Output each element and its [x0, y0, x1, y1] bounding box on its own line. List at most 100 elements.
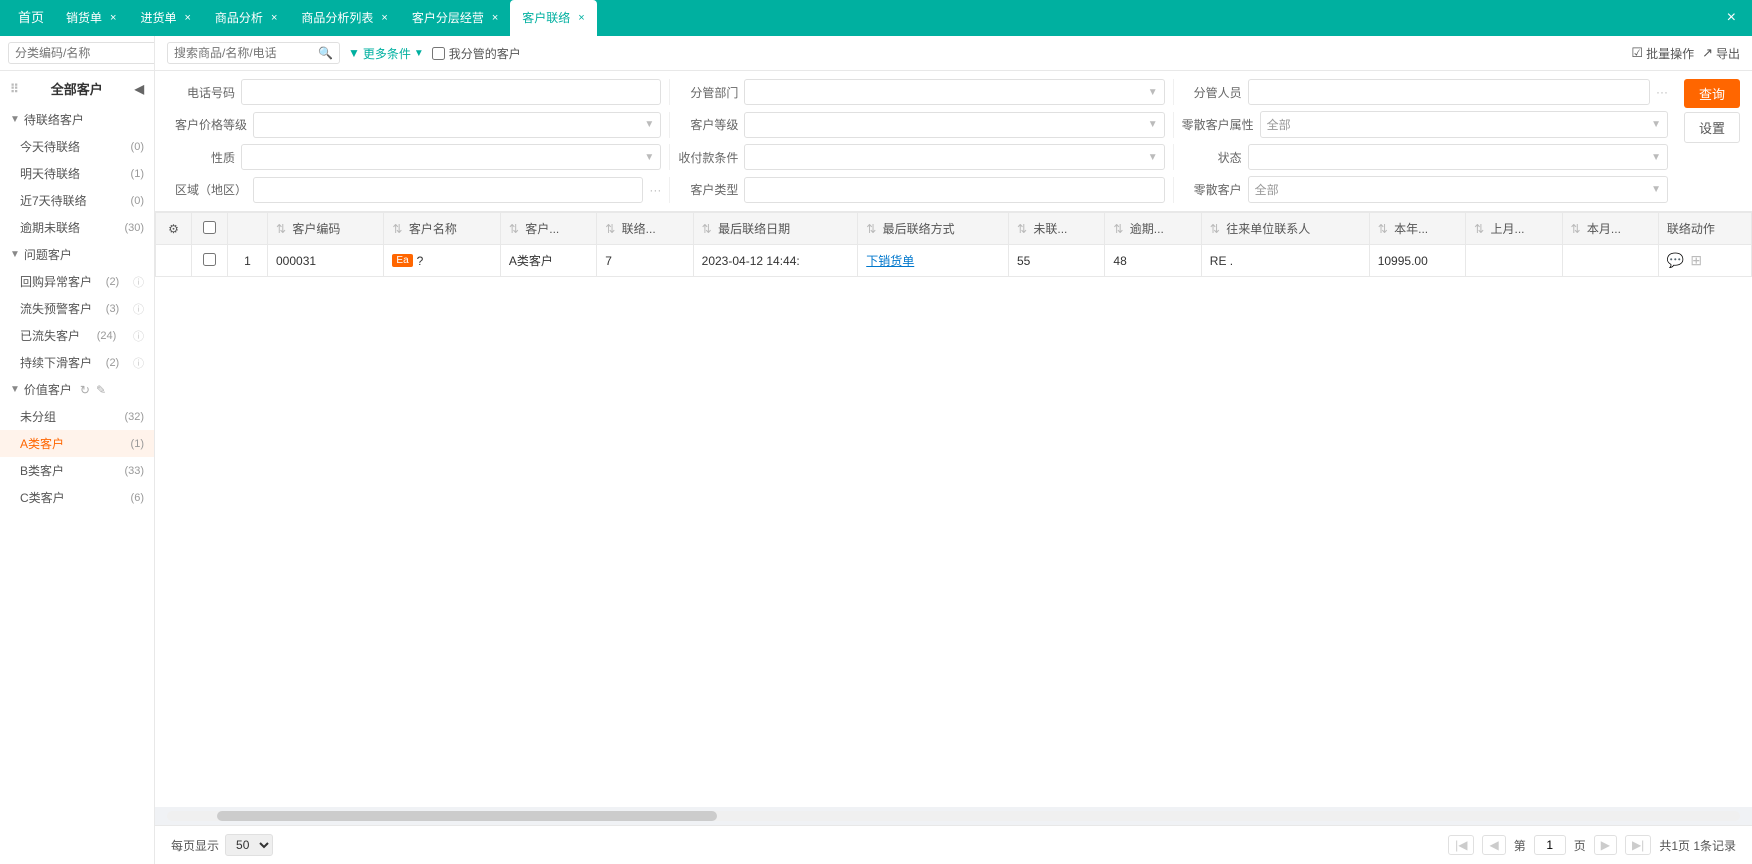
price-grade-select[interactable]: ▼ [253, 112, 661, 138]
dept-arrow: ▼ [1148, 87, 1158, 98]
sidebar-item-repurchase-abnormal[interactable]: 回购异常客户 (2) ⓘ [0, 268, 154, 295]
filter-icon: ▼ [348, 46, 360, 60]
more-conditions-button[interactable]: ▼ 更多条件 ▼ [348, 45, 424, 62]
sort-date[interactable]: ⇅ [702, 222, 712, 236]
select-all-checkbox[interactable] [203, 221, 216, 234]
tab-sales-order[interactable]: 销货单 × [54, 0, 128, 36]
sidebar-item-churned[interactable]: 已流失客户 (24) ⓘ [0, 322, 154, 349]
scrollbar-thumb[interactable] [217, 811, 717, 821]
sidebar-group-value[interactable]: ▼ 价值客户 ↻ ✎ [0, 376, 154, 403]
close-sales-order[interactable]: × [110, 0, 116, 36]
dept-select[interactable]: ▼ [744, 79, 1164, 105]
payment-select[interactable]: ▼ [744, 144, 1164, 170]
sidebar-group-problem[interactable]: ▼ 问题客户 [0, 241, 154, 268]
sort-name[interactable]: ⇅ [392, 222, 402, 236]
horizontal-scrollbar[interactable] [167, 811, 1740, 821]
customer-grade-select[interactable]: ▼ [744, 112, 1164, 138]
region-dots[interactable]: ··· [649, 183, 661, 197]
window-close-button[interactable]: × [1719, 9, 1744, 27]
tab-purchase-order[interactable]: 进货单 × [128, 0, 202, 36]
tab-product-analysis[interactable]: 商品分析 × [203, 0, 289, 36]
export-button[interactable]: 导出 [1702, 45, 1740, 62]
next-page-button[interactable]: ▶ [1594, 835, 1617, 855]
sidebar-item-declining[interactable]: 持续下滑客户 (2) ⓘ [0, 349, 154, 376]
table-row: 1 000031 Ea ? A类客户 [156, 245, 1752, 277]
filter-search-input[interactable] [174, 46, 314, 60]
sort-last-month[interactable]: ⇅ [1474, 222, 1484, 236]
content-area: 🔍 ▼ 更多条件 ▼ 我分管的客户 批量操作 导出 [155, 36, 1752, 864]
status-select[interactable]: ▼ [1248, 144, 1668, 170]
sort-type[interactable]: ⇅ [509, 222, 519, 236]
filter-row-2: 客户价格等级 ▼ 客户等级 ▼ [167, 111, 1676, 138]
sidebar-item-churn-warning[interactable]: 流失预警客户 (3) ⓘ [0, 295, 154, 322]
sidebar-search-input[interactable] [8, 42, 155, 64]
last-page-button[interactable]: ▶| [1625, 835, 1651, 855]
sort-contact[interactable]: ⇅ [605, 222, 615, 236]
my-customers-checkbox[interactable] [432, 47, 445, 60]
sidebar-item-unclassified[interactable]: 未分组 (32) [0, 403, 154, 430]
sidebar-group-pending[interactable]: ▼ 待联络客户 [0, 106, 154, 133]
first-page-button[interactable]: |◀ [1448, 835, 1474, 855]
sidebar-collapse-icon[interactable]: ◀ [135, 82, 144, 96]
last-contact-method-link[interactable]: 下销货单 [866, 254, 914, 268]
payment-label: 收付款条件 [678, 149, 738, 166]
footer-right: |◀ ◀ 第 页 ▶ ▶| 共1页 1条记录 [1448, 835, 1736, 855]
close-customer-contact[interactable]: × [578, 0, 584, 36]
refresh-icon[interactable]: ↻ [80, 383, 90, 397]
filter-search-icon[interactable]: 🔍 [318, 46, 333, 60]
sidebar-item-class-c[interactable]: C类客户 (6) [0, 484, 154, 511]
row-checkbox[interactable] [203, 253, 216, 266]
scatter-attr-select[interactable]: 全部 ▼ [1260, 111, 1668, 138]
filter-cell-scatter-customer: 零散客户 全部 ▼ [1174, 176, 1676, 203]
prev-page-button[interactable]: ◀ [1482, 835, 1505, 855]
gear-icon[interactable]: ⚙ [168, 222, 179, 236]
total-info: 共1页 1条记录 [1659, 837, 1736, 854]
sidebar-item-class-b[interactable]: B类客户 (33) [0, 457, 154, 484]
filter-search-box: 🔍 [167, 42, 340, 64]
phone-input[interactable] [241, 79, 661, 105]
sort-no-contact[interactable]: ⇅ [1017, 222, 1027, 236]
close-product-analysis[interactable]: × [271, 0, 277, 36]
nature-select[interactable]: ▼ [241, 144, 661, 170]
sort-code[interactable]: ⇅ [276, 222, 286, 236]
table-footer: 每页显示 50 |◀ ◀ 第 页 ▶ ▶| 共1页 1条记录 [155, 825, 1752, 864]
batch-operation-button[interactable]: 批量操作 [1631, 45, 1694, 62]
person-dots[interactable]: ··· [1656, 85, 1668, 99]
sort-method[interactable]: ⇅ [866, 222, 876, 236]
th-overdue: ⇅ 逾期... [1105, 213, 1201, 245]
dots-icon: ⠿ [10, 82, 19, 96]
sort-overdue[interactable]: ⇅ [1113, 222, 1123, 236]
chat-icon[interactable]: 💬 [1667, 252, 1684, 269]
sidebar-item-today-pending[interactable]: 今天待联络 (0) [0, 133, 154, 160]
region-label: 区域（地区） [175, 181, 247, 198]
settings-button[interactable]: 设置 [1684, 112, 1740, 143]
close-product-analysis-list[interactable]: × [381, 0, 387, 36]
sidebar-item-tomorrow-pending[interactable]: 明天待联络 (1) [0, 160, 154, 187]
close-purchase-order[interactable]: × [184, 0, 190, 36]
sidebar-item-overdue-contact[interactable]: 逾期未联络 (30) [0, 214, 154, 241]
query-button[interactable]: 查询 [1684, 79, 1740, 108]
person-input[interactable] [1248, 79, 1650, 105]
home-tab[interactable]: 首页 [8, 0, 54, 36]
my-customers-checkbox-area: 我分管的客户 [432, 45, 521, 62]
sort-unit-contact[interactable]: ⇅ [1210, 222, 1220, 236]
tab-customer-contact[interactable]: 客户联络 × [510, 0, 596, 36]
close-customer-segmentation[interactable]: × [492, 0, 498, 36]
filter-cell-nature: 性质 ▼ [167, 144, 670, 170]
page-size-select[interactable]: 50 [225, 834, 273, 856]
edit-icon[interactable]: ✎ [96, 383, 106, 397]
customer-type-input[interactable] [744, 177, 1164, 203]
chevron-icon: ▼ [414, 48, 424, 59]
tab-customer-segmentation[interactable]: 客户分层经营 × [400, 0, 510, 36]
sort-this-month[interactable]: ⇅ [1571, 222, 1581, 236]
filter-cell-dept: 分管部门 ▼ [670, 79, 1173, 105]
sidebar-item-class-a[interactable]: A类客户 (1) [0, 430, 154, 457]
sidebar-item-7day-pending[interactable]: 近7天待联络 (0) [0, 187, 154, 214]
tab-product-analysis-list[interactable]: 商品分析列表 × [289, 0, 399, 36]
grid-icon[interactable]: ⊞ [1690, 252, 1702, 269]
scatter-customer-select[interactable]: 全部 ▼ [1248, 176, 1668, 203]
arrow-icon-3: ▼ [10, 384, 20, 395]
region-input[interactable] [253, 177, 643, 203]
sort-this-year[interactable]: ⇅ [1378, 222, 1388, 236]
page-input[interactable] [1534, 835, 1566, 855]
